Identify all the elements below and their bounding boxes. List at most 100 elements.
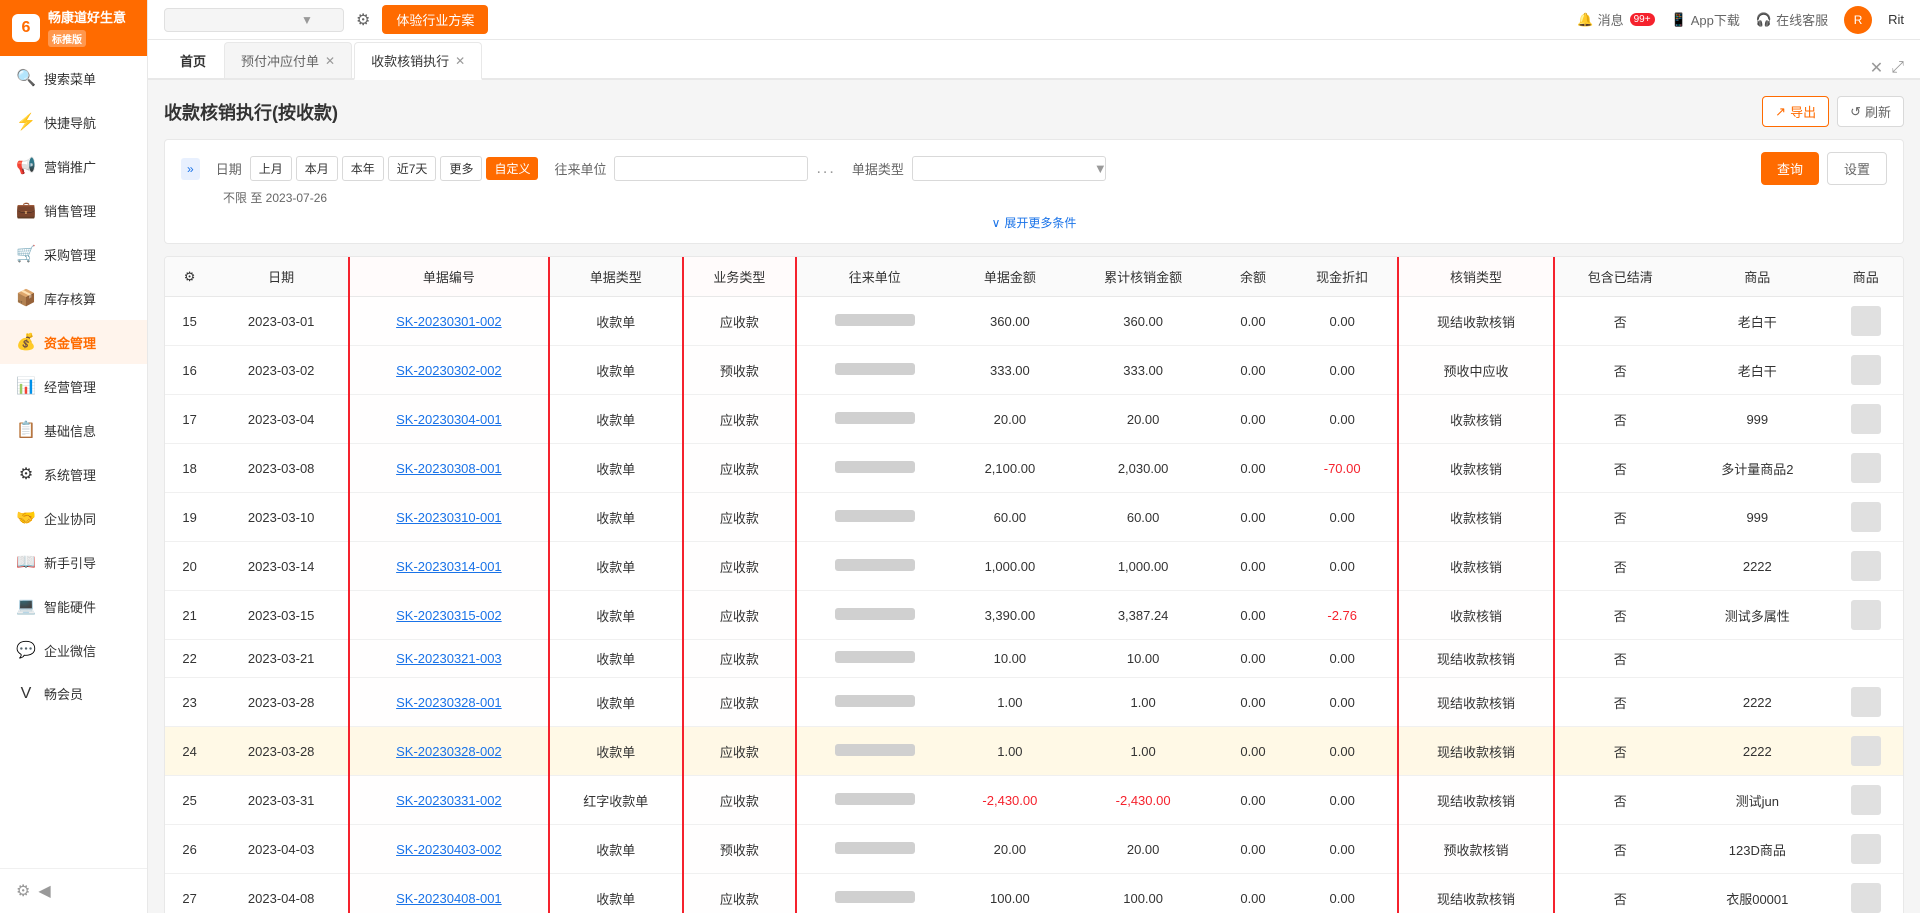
sidebar-item-0[interactable]: 🔍 搜索菜单 (0, 56, 147, 100)
voucher-no-link-6[interactable]: SK-20230315-002 (396, 608, 502, 623)
table-row: 17 2023-03-04 SK-20230304-001 收款单 应收款 20… (165, 395, 1903, 444)
export-label: 导出 (1790, 102, 1816, 121)
cell-no-3: 18 (165, 444, 214, 493)
voucher-no-link-1[interactable]: SK-20230302-002 (396, 363, 502, 378)
voucher-no-link-7[interactable]: SK-20230321-003 (396, 651, 502, 666)
online-service-label: 在线客服 (1776, 10, 1828, 29)
cell-balance-3: 0.00 (1219, 444, 1287, 493)
cell-write-off-type-0: 现结收款核销 (1398, 297, 1553, 346)
app-download-btn[interactable]: 📱 App下载 (1671, 10, 1740, 29)
filter-expand-btn[interactable]: » (181, 158, 200, 180)
filter-row: » 日期 上月 本月 本年 近7天 更多 自定义 往来单位 ... (181, 152, 1887, 185)
cell-biz-type-0: 应收款 (683, 297, 796, 346)
expand-more-btn[interactable]: ∨ 展开更多条件 (992, 214, 1077, 231)
voucher-no-link-5[interactable]: SK-20230314-001 (396, 559, 502, 574)
online-service-btn[interactable]: 🎧 在线客服 (1756, 10, 1828, 29)
tab-close-all-btn[interactable]: ✕ (1870, 58, 1883, 78)
date-pill-this-year[interactable]: 本年 (342, 156, 384, 181)
sidebar-item-label-5: 库存核算 (44, 289, 96, 308)
topbar-search-input[interactable]: ▼ (164, 8, 344, 32)
voucher-no-link-10[interactable]: SK-20230331-002 (396, 793, 502, 808)
table-row: 23 2023-03-28 SK-20230328-001 收款单 应收款 1.… (165, 678, 1903, 727)
date-pill-7days[interactable]: 近7天 (388, 156, 437, 181)
export-btn[interactable]: ↗ 导出 (1762, 96, 1829, 127)
voucher-no-link-8[interactable]: SK-20230328-001 (396, 695, 502, 710)
voucher-no-link-11[interactable]: SK-20230403-002 (396, 842, 502, 857)
table-body: 15 2023-03-01 SK-20230301-002 收款单 应收款 36… (165, 297, 1903, 913)
voucher-no-link-2[interactable]: SK-20230304-001 (396, 412, 502, 427)
sidebar-item-13[interactable]: 💬 企业微信 (0, 628, 147, 672)
cell-product-2: 999 (1686, 395, 1829, 444)
tab-collection[interactable]: 收款核销执行 ✕ (354, 42, 482, 80)
sidebar-gear-icon[interactable]: ⚙ (16, 881, 30, 901)
sidebar-item-6[interactable]: 💰 资金管理 (0, 320, 147, 364)
cell-settled-5: 否 (1554, 542, 1687, 591)
column-settings-icon[interactable]: ⚙ (184, 269, 196, 284)
sidebar-item-5[interactable]: 📦 库存核算 (0, 276, 147, 320)
table-row: 26 2023-04-03 SK-20230403-002 收款单 预收款 20… (165, 825, 1903, 874)
voucher-no-link-4[interactable]: SK-20230310-001 (396, 510, 502, 525)
cell-balance-5: 0.00 (1219, 542, 1287, 591)
voucher-no-link-0[interactable]: SK-20230301-002 (396, 314, 502, 329)
notification-btn[interactable]: 🔔 消息 99+ (1577, 10, 1654, 29)
topbar-settings-icon[interactable]: ⚙ (356, 10, 370, 30)
sidebar-item-9[interactable]: ⚙ 系统管理 (0, 452, 147, 496)
cell-product2-0 (1829, 297, 1903, 346)
date-pill-custom[interactable]: 自定义 (486, 157, 538, 180)
cell-voucher-type-7: 收款单 (549, 640, 683, 678)
tab-prepay-close-icon[interactable]: ✕ (325, 54, 335, 68)
voucher-no-link-3[interactable]: SK-20230308-001 (396, 461, 502, 476)
sidebar-item-10[interactable]: 🤝 企业协同 (0, 496, 147, 540)
sidebar-item-12[interactable]: 💻 智能硬件 (0, 584, 147, 628)
date-pill-last-month[interactable]: 上月 (250, 156, 292, 181)
th-amount: 单据金额 (953, 257, 1068, 297)
date-pill-this-month[interactable]: 本月 (296, 156, 338, 181)
sidebar-item-label-1: 快捷导航 (44, 113, 96, 132)
sidebar-item-14[interactable]: V 畅会员 (0, 672, 147, 715)
refresh-btn[interactable]: ↺ 刷新 (1837, 96, 1904, 127)
cell-write-off-type-2: 收款核销 (1398, 395, 1553, 444)
tab-prepay[interactable]: 预付冲应付单 ✕ (224, 42, 352, 78)
sidebar-item-4[interactable]: 🛒 采购管理 (0, 232, 147, 276)
filter-settings-btn[interactable]: 设置 (1827, 152, 1887, 185)
search-text-input[interactable] (175, 13, 295, 27)
cell-date-8: 2023-03-28 (214, 678, 349, 727)
cell-balance-2: 0.00 (1219, 395, 1287, 444)
page-title: 收款核销执行(按收款) (164, 99, 338, 125)
tab-collection-close-icon[interactable]: ✕ (455, 54, 465, 68)
cell-no-8: 23 (165, 678, 214, 727)
partner-filter-input[interactable] (614, 156, 808, 181)
cell-no-4: 19 (165, 493, 214, 542)
sidebar-item-1[interactable]: ⚡ 快捷导航 (0, 100, 147, 144)
voucher-no-link-9[interactable]: SK-20230328-002 (396, 744, 502, 759)
headset-icon: 🎧 (1756, 12, 1772, 28)
sidebar-item-icon-1: ⚡ (16, 112, 36, 132)
sidebar-collapse-icon[interactable]: ◀ (38, 881, 50, 901)
table-row: 20 2023-03-14 SK-20230314-001 收款单 应收款 1,… (165, 542, 1903, 591)
cell-biz-type-4: 应收款 (683, 493, 796, 542)
sidebar-item-icon-11: 📖 (16, 552, 36, 572)
cell-voucher-no-10: SK-20230331-002 (349, 776, 549, 825)
voucher-type-input[interactable] (912, 156, 1106, 181)
sidebar-item-2[interactable]: 📢 营销推广 (0, 144, 147, 188)
cell-product-8: 2222 (1686, 678, 1829, 727)
tab-home[interactable]: 首页 (164, 43, 222, 78)
solution-btn[interactable]: 体验行业方案 (382, 5, 488, 34)
query-btn[interactable]: 查询 (1761, 152, 1819, 185)
sidebar-item-11[interactable]: 📖 新手引导 (0, 540, 147, 584)
partner-filter: 往来单位 ... (554, 156, 835, 181)
cell-verified-5: 1,000.00 (1067, 542, 1219, 591)
cell-voucher-no-6: SK-20230315-002 (349, 591, 549, 640)
cell-voucher-no-0: SK-20230301-002 (349, 297, 549, 346)
voucher-no-link-12[interactable]: SK-20230408-001 (396, 891, 502, 906)
cell-date-5: 2023-03-14 (214, 542, 349, 591)
sidebar-item-8[interactable]: 📋 基础信息 (0, 408, 147, 452)
cell-settled-0: 否 (1554, 297, 1687, 346)
partner-filter-dots: ... (816, 160, 835, 178)
sidebar-item-7[interactable]: 📊 经营管理 (0, 364, 147, 408)
cell-product2-4 (1829, 493, 1903, 542)
sidebar-item-3[interactable]: 💼 销售管理 (0, 188, 147, 232)
tab-expand-btn[interactable]: ⤢ (1891, 59, 1904, 77)
date-pill-more[interactable]: 更多 (440, 156, 482, 181)
cell-voucher-type-10: 红字收款单 (549, 776, 683, 825)
